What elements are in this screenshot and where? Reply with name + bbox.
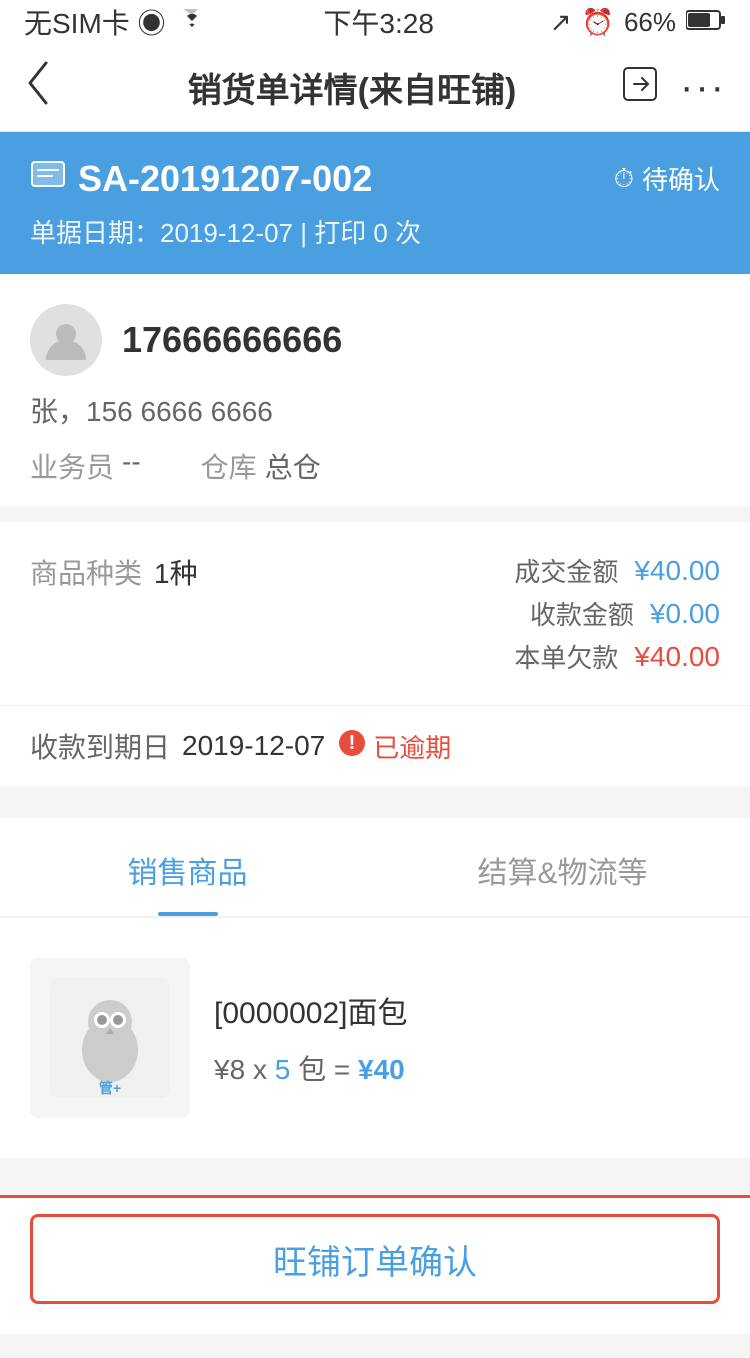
share-icon[interactable] (620, 64, 660, 112)
deal-amount-label: 成交金额 (514, 552, 618, 589)
carrier-text: 无SIM卡 ◉ (24, 2, 166, 42)
battery-icon (686, 7, 726, 38)
deal-amount-value: ¥40.00 (634, 555, 720, 587)
customer-section: 17666666666 张，156 6666 6666 业务员 -- 仓库 总仓 (0, 274, 750, 506)
receipt-amount-row: 收款金额 ¥0.00 (530, 595, 720, 632)
product-list: 管+ [0000002]面包 ¥8 x 5 包 = ¥40 (0, 918, 750, 1158)
multiply-sign: x (253, 1054, 275, 1085)
product-thumbnail: 管+ (30, 958, 190, 1118)
clock-icon: ⏱ (614, 163, 634, 195)
overdue-text: 已逾期 (373, 728, 451, 765)
salesperson-label: 业务员 (30, 446, 114, 486)
bottom-bar: 旺铺订单确认 (0, 1195, 750, 1334)
due-date-label: 收款到期日 (30, 726, 170, 766)
back-button[interactable] (24, 59, 84, 116)
receipt-amount-label: 收款金额 (530, 595, 634, 632)
tabs-section: 销售商品 结算&物流等 (0, 818, 750, 918)
battery-text: 66% (624, 7, 676, 38)
owe-amount-row: 本单欠款 ¥40.00 (514, 638, 720, 675)
more-icon[interactable]: ··· (680, 65, 726, 110)
tab-products[interactable]: 销售商品 (0, 818, 375, 916)
product-name: [0000002]面包 (214, 988, 720, 1032)
tab-settlement[interactable]: 结算&物流等 (375, 818, 750, 916)
warehouse-field: 仓库 总仓 (201, 446, 321, 486)
receipt-amount-value: ¥0.00 (650, 598, 720, 630)
status-bar-left: 无SIM卡 ◉ (24, 2, 208, 42)
svg-text:管+: 管+ (99, 1080, 121, 1096)
product-item: 管+ [0000002]面包 ¥8 x 5 包 = ¥40 (30, 938, 720, 1138)
owe-amount-value: ¥40.00 (634, 641, 720, 673)
unit: 包 (298, 1054, 326, 1085)
order-date: 单据日期：2019-12-07 | 打印 0 次 (30, 213, 720, 250)
customer-name: 张，156 6666 6666 (30, 390, 720, 430)
product-qty: 5 (275, 1054, 291, 1085)
product-price-row: ¥8 x 5 包 = ¥40 (214, 1048, 720, 1088)
order-number-icon (30, 156, 66, 201)
overdue-badge: ! 已逾期 (337, 728, 451, 765)
due-date-value: 2019-12-07 (182, 730, 325, 762)
status-time: 下午3:28 (323, 2, 434, 42)
owe-amount-label: 本单欠款 (514, 638, 618, 675)
confirm-order-button[interactable]: 旺铺订单确认 (30, 1214, 720, 1304)
deal-amount-row: 成交金额 ¥40.00 (514, 552, 720, 589)
due-date-section: 收款到期日 2019-12-07 ! 已逾期 (0, 705, 750, 786)
product-type-label: 商品种类 (30, 552, 142, 592)
product-info: [0000002]面包 ¥8 x 5 包 = ¥40 (214, 958, 720, 1118)
salesperson-field: 业务员 -- (30, 446, 141, 486)
wifi-icon (176, 6, 208, 38)
svg-text:!: ! (349, 732, 356, 754)
overdue-icon: ! (337, 728, 367, 765)
divider-1 (0, 506, 750, 522)
status-bar-right: ↗ ⏰ 66% (550, 7, 726, 38)
status-bar: 无SIM卡 ◉ 下午3:28 ↗ ⏰ 66% (0, 0, 750, 44)
location-icon: ↗ (550, 7, 572, 38)
order-status: ⏱ 待确认 (614, 160, 720, 197)
price-unit: ¥8 (214, 1054, 245, 1085)
salesperson-value: -- (122, 446, 141, 486)
customer-phone: 17666666666 (122, 319, 342, 361)
warehouse-value: 总仓 (265, 446, 321, 486)
order-number: SA-20191207-002 (30, 156, 372, 201)
summary-section: 商品种类 1种 成交金额 ¥40.00 收款金额 ¥0.00 本单欠款 ¥40.… (0, 522, 750, 705)
nav-title: 销货单详情(来自旺铺) (188, 63, 517, 112)
equals-sign: = (334, 1054, 358, 1085)
customer-meta: 业务员 -- 仓库 总仓 (30, 446, 720, 486)
summary-right: 成交金额 ¥40.00 收款金额 ¥0.00 本单欠款 ¥40.00 (514, 552, 720, 675)
warehouse-label: 仓库 (201, 446, 257, 486)
product-type-value: 1种 (154, 552, 198, 592)
customer-avatar (30, 304, 102, 376)
order-header: SA-20191207-002 ⏱ 待确认 单据日期：2019-12-07 | … (0, 132, 750, 274)
divider-2 (0, 786, 750, 802)
product-total: ¥40 (358, 1054, 405, 1085)
alarm-icon: ⏰ (582, 7, 614, 38)
summary-left: 商品种类 1种 (30, 552, 198, 592)
nav-actions: ··· (620, 64, 726, 112)
nav-bar: 销货单详情(来自旺铺) ··· (0, 44, 750, 132)
